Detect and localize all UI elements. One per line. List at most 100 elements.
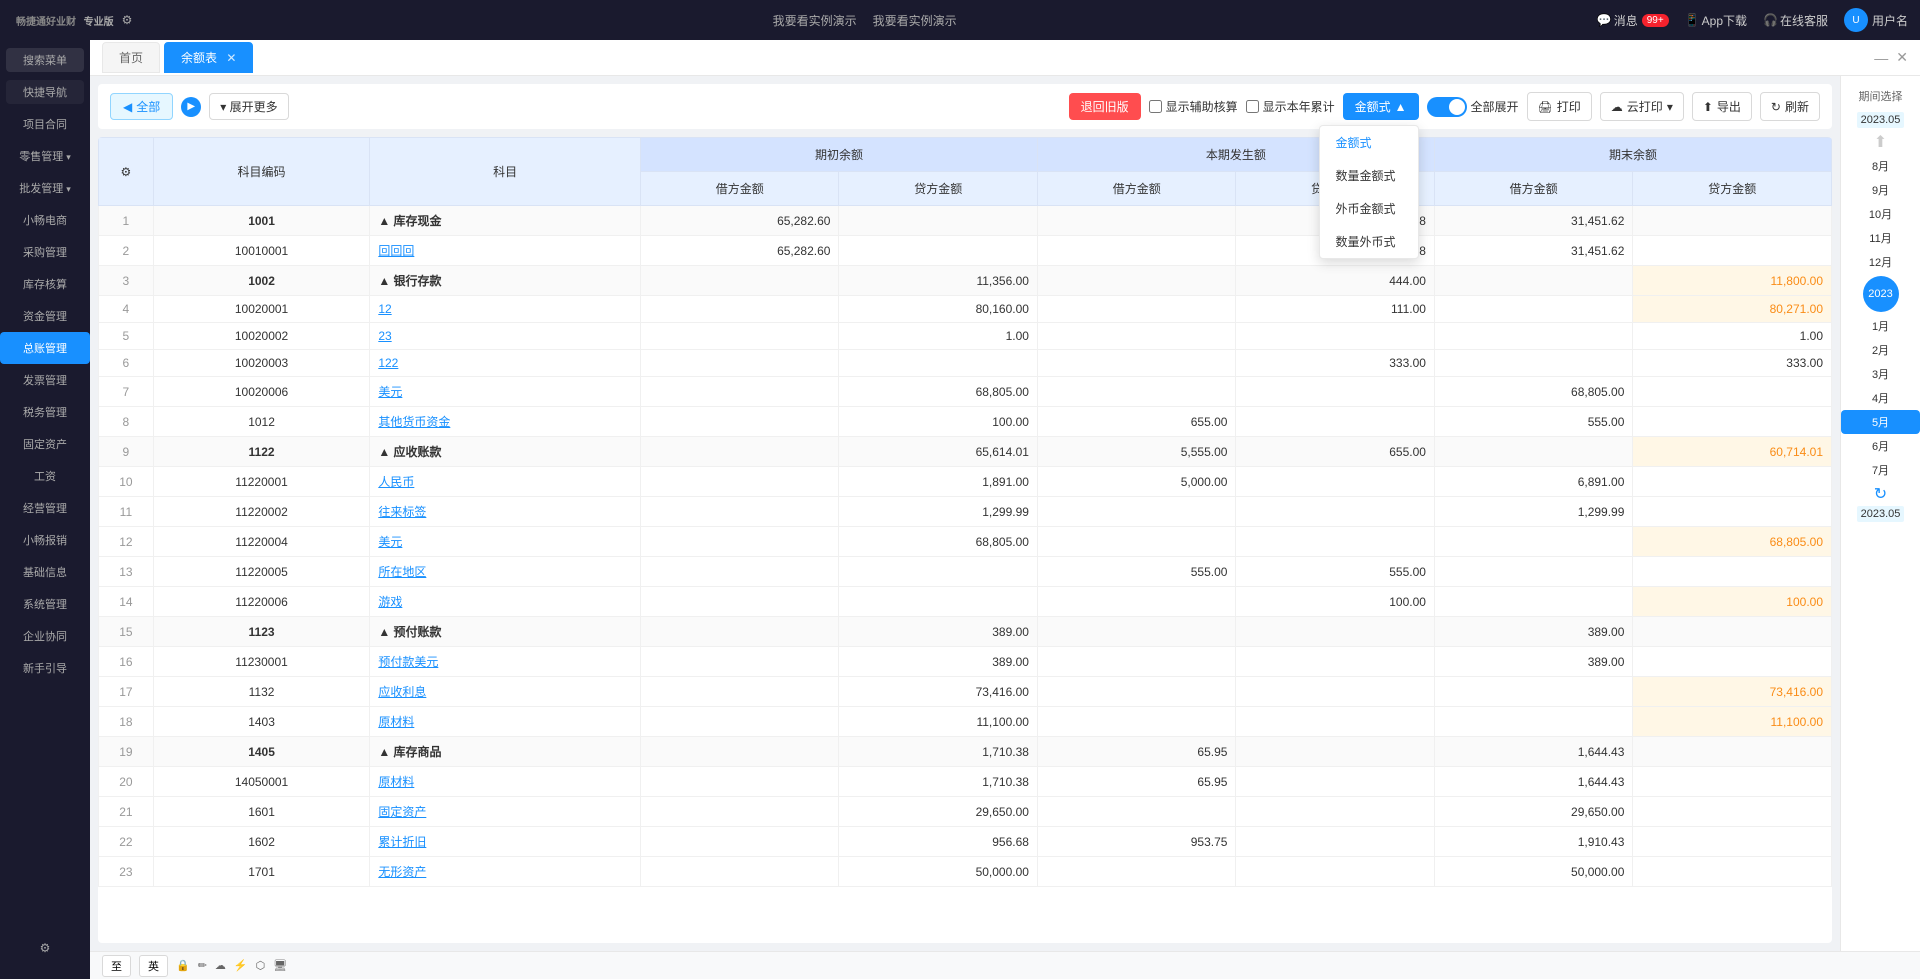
monitor-icon[interactable]: 🖥 [273,959,287,972]
row-subject[interactable]: 23 [370,323,641,350]
period-month-11月[interactable]: 11月 [1841,226,1920,250]
period-month-10月[interactable]: 10月 [1841,202,1920,226]
period-month-3月[interactable]: 3月 [1841,362,1920,386]
table-row: 2014050001原材料1,710.3865.951,644.43 [99,767,1832,797]
tab-close-icon[interactable]: ✕ [226,51,236,65]
row-subject[interactable]: 其他货币资金 [370,407,641,437]
window-close-btn[interactable]: ✕ [1896,49,1908,66]
row-subject[interactable]: 应收利息 [370,677,641,707]
jine-style-btn[interactable]: 金额式 ▲ [1343,93,1419,120]
lightning-icon[interactable]: ⚡ [234,959,248,972]
status-btn-0[interactable]: 至 [102,955,131,977]
period-year-start[interactable]: 2023.05 [1857,112,1905,128]
sidebar-item-salary[interactable]: 工资 [0,460,90,492]
period-month-9月[interactable]: 9月 [1841,178,1920,202]
expand-all-toggle[interactable]: 全部展开 [1427,97,1519,117]
print-btn[interactable]: 🖨 打印 [1527,92,1592,121]
row-subject[interactable]: 122 [370,350,641,377]
sidebar-item-sales[interactable]: 小畅报销 [0,524,90,556]
sidebar-item-purchase[interactable]: 采购管理 [0,236,90,268]
period-month-4月[interactable]: 4月 [1841,386,1920,410]
cloud-print-btn[interactable]: ☁ 云打印 ▾ [1600,92,1684,121]
user-avatar[interactable]: U 用户名 [1844,8,1908,32]
row-subject[interactable]: 所在地区 [370,557,641,587]
sidebar-item-invoice[interactable]: 发票管理 [0,364,90,396]
export-btn[interactable]: ⬆ 导出 [1692,92,1752,121]
row-subject[interactable]: 累计折旧 [370,827,641,857]
auxiliary-checkbox-input[interactable] [1149,100,1162,113]
row-subject[interactable]: 美元 [370,377,641,407]
settings-header[interactable]: ⚙ [99,138,154,206]
sidebar-item-tax[interactable]: 税务管理 [0,396,90,428]
period-nav-up[interactable]: ⬆ [1872,130,1889,154]
nav-arrow-btn[interactable]: ▶ [181,97,201,117]
row-subject[interactable]: 12 [370,296,641,323]
sidebar-item-project[interactable]: 项目合同 [0,108,90,140]
row-subject[interactable]: 固定资产 [370,797,641,827]
row-opening-debit [640,857,838,887]
period-year-marker[interactable]: 2023 [1863,276,1899,312]
jine-option-2[interactable]: 外币金额式 [1320,192,1418,225]
hex-icon[interactable]: ⬡ [256,959,266,972]
jine-option-1[interactable]: 数量金额式 [1320,159,1418,192]
row-opening-credit: 50,000.00 [839,857,1037,887]
year-accum-checkbox-input[interactable] [1246,100,1259,113]
row-subject[interactable]: 往来标签 [370,497,641,527]
row-subject[interactable]: 人民币 [370,467,641,497]
message-btn[interactable]: 💬 消息 99+ [1597,12,1669,29]
sidebar-gear-btn[interactable]: ⚙ [0,933,90,963]
row-subject[interactable]: 原材料 [370,707,641,737]
jine-option-3[interactable]: 数量外币式 [1320,225,1418,258]
sidebar-item-ledger[interactable]: 总账管理 [0,332,90,364]
row-subject[interactable]: 回回回 [370,236,641,266]
row-subject[interactable]: 预付款美元 [370,647,641,677]
period-month-12月[interactable]: 12月 [1841,250,1920,274]
row-subject[interactable]: 原材料 [370,767,641,797]
sidebar-item-inventory[interactable]: 库存核算 [0,268,90,300]
window-minimize-btn[interactable]: — [1874,50,1888,66]
row-subject[interactable]: 游戏 [370,587,641,617]
tab-home[interactable]: 首页 [102,42,160,73]
sidebar-item-wholesale[interactable]: 批发管理 ▾ [0,172,90,204]
period-month-6月[interactable]: 6月 [1841,434,1920,458]
show-year-accum-checkbox[interactable]: 显示本年累计 [1246,98,1335,115]
sidebar-item-system[interactable]: 系统管理 [0,588,90,620]
row-subject[interactable]: 美元 [370,527,641,557]
sidebar-item-guide[interactable]: 新手引导 [0,652,90,684]
quick-nav[interactable]: 快捷导航 [6,80,84,104]
sidebar-item-ecommerce[interactable]: 小畅电商 [0,204,90,236]
period-month-5月[interactable]: 5月 [1841,410,1920,434]
return-old-btn[interactable]: 退回旧版 [1069,93,1141,120]
sidebar-item-retail[interactable]: 零售管理 ▾ [0,140,90,172]
app-download-btn[interactable]: 📱 App下载 [1685,12,1747,29]
edit-icon[interactable]: ✏ [198,959,207,972]
cloud-status-icon[interactable]: ☁ [215,959,226,972]
period-month-7月[interactable]: 7月 [1841,458,1920,482]
search-menu[interactable]: 搜索菜单 [6,48,84,72]
refresh-btn[interactable]: ↻ 刷新 [1760,92,1820,121]
lock-icon[interactable]: 🔒 [176,959,190,972]
period-month-2月[interactable]: 2月 [1841,338,1920,362]
online-service-btn[interactable]: 🎧 在线客服 [1763,12,1828,29]
sidebar-item-operations[interactable]: 经营管理 [0,492,90,524]
row-closing-credit [1633,617,1832,647]
toggle-switch-btn[interactable] [1427,97,1467,117]
period-month-8月[interactable]: 8月 [1841,154,1920,178]
jine-option-0[interactable]: 金额式 [1320,126,1418,159]
sidebar-item-cooperation[interactable]: 企业协同 [0,620,90,652]
period-month-1月[interactable]: 1月 [1841,314,1920,338]
row-subject[interactable]: 无形资产 [370,857,641,887]
settings-icon[interactable]: ⚙ [122,13,133,27]
period-nav-down[interactable]: ↻ [1872,482,1889,506]
sidebar-item-finance[interactable]: 资金管理 [0,300,90,332]
all-filter-btn[interactable]: ◀ 全部 [110,93,173,120]
period-year-end[interactable]: 2023.05 [1857,506,1905,522]
show-auxiliary-checkbox[interactable]: 显示辅助核算 [1149,98,1238,115]
tab-balance[interactable]: 余额表 ✕ [164,42,253,73]
sidebar-item-fixed-assets[interactable]: 固定资产 [0,428,90,460]
demo-link-text[interactable]: 我要看实例演示 [873,12,957,29]
expand-more-btn[interactable]: ▾ 展开更多 [209,93,288,120]
sidebar-item-basic[interactable]: 基础信息 [0,556,90,588]
demo-link[interactable]: 我要看实例演示 [773,12,857,29]
status-btn-1[interactable]: 英 [139,955,168,977]
